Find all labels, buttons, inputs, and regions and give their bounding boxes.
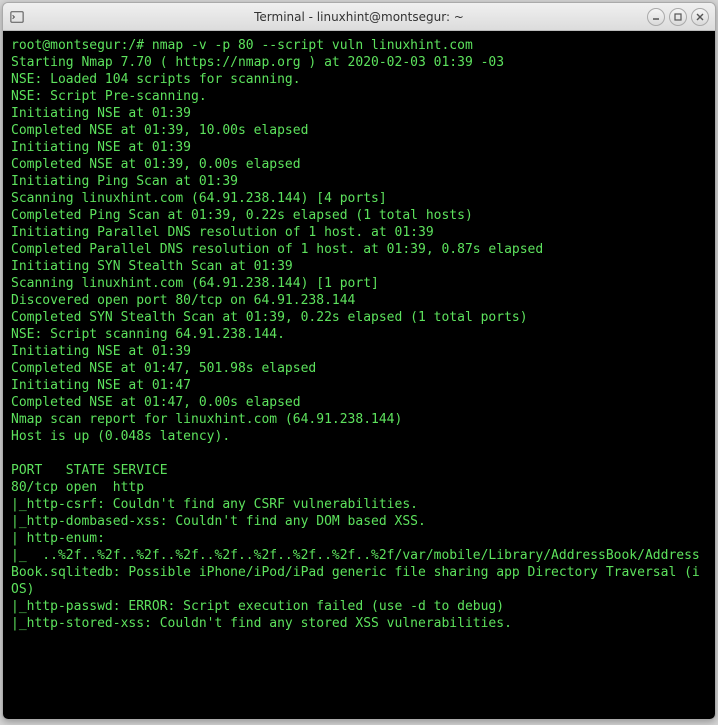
titlebar[interactable]: Terminal - linuxhint@montsegur: ~ — [3, 3, 715, 31]
maximize-button[interactable] — [669, 8, 687, 26]
terminal-icon — [9, 9, 25, 25]
terminal-output[interactable]: root@montsegur:/# nmap -v -p 80 --script… — [3, 31, 715, 719]
prompt: root@montsegur:/# — [11, 38, 152, 53]
command: nmap -v -p 80 --script vuln linuxhint.co… — [152, 38, 473, 53]
window-title: Terminal - linuxhint@montsegur: ~ — [9, 10, 709, 24]
close-button[interactable] — [691, 8, 709, 26]
window-controls — [647, 8, 709, 26]
terminal-window: Terminal - linuxhint@montsegur: ~ root@m… — [2, 2, 716, 720]
terminal-lines: Starting Nmap 7.70 ( https://nmap.org ) … — [11, 55, 700, 631]
minimize-button[interactable] — [647, 8, 665, 26]
